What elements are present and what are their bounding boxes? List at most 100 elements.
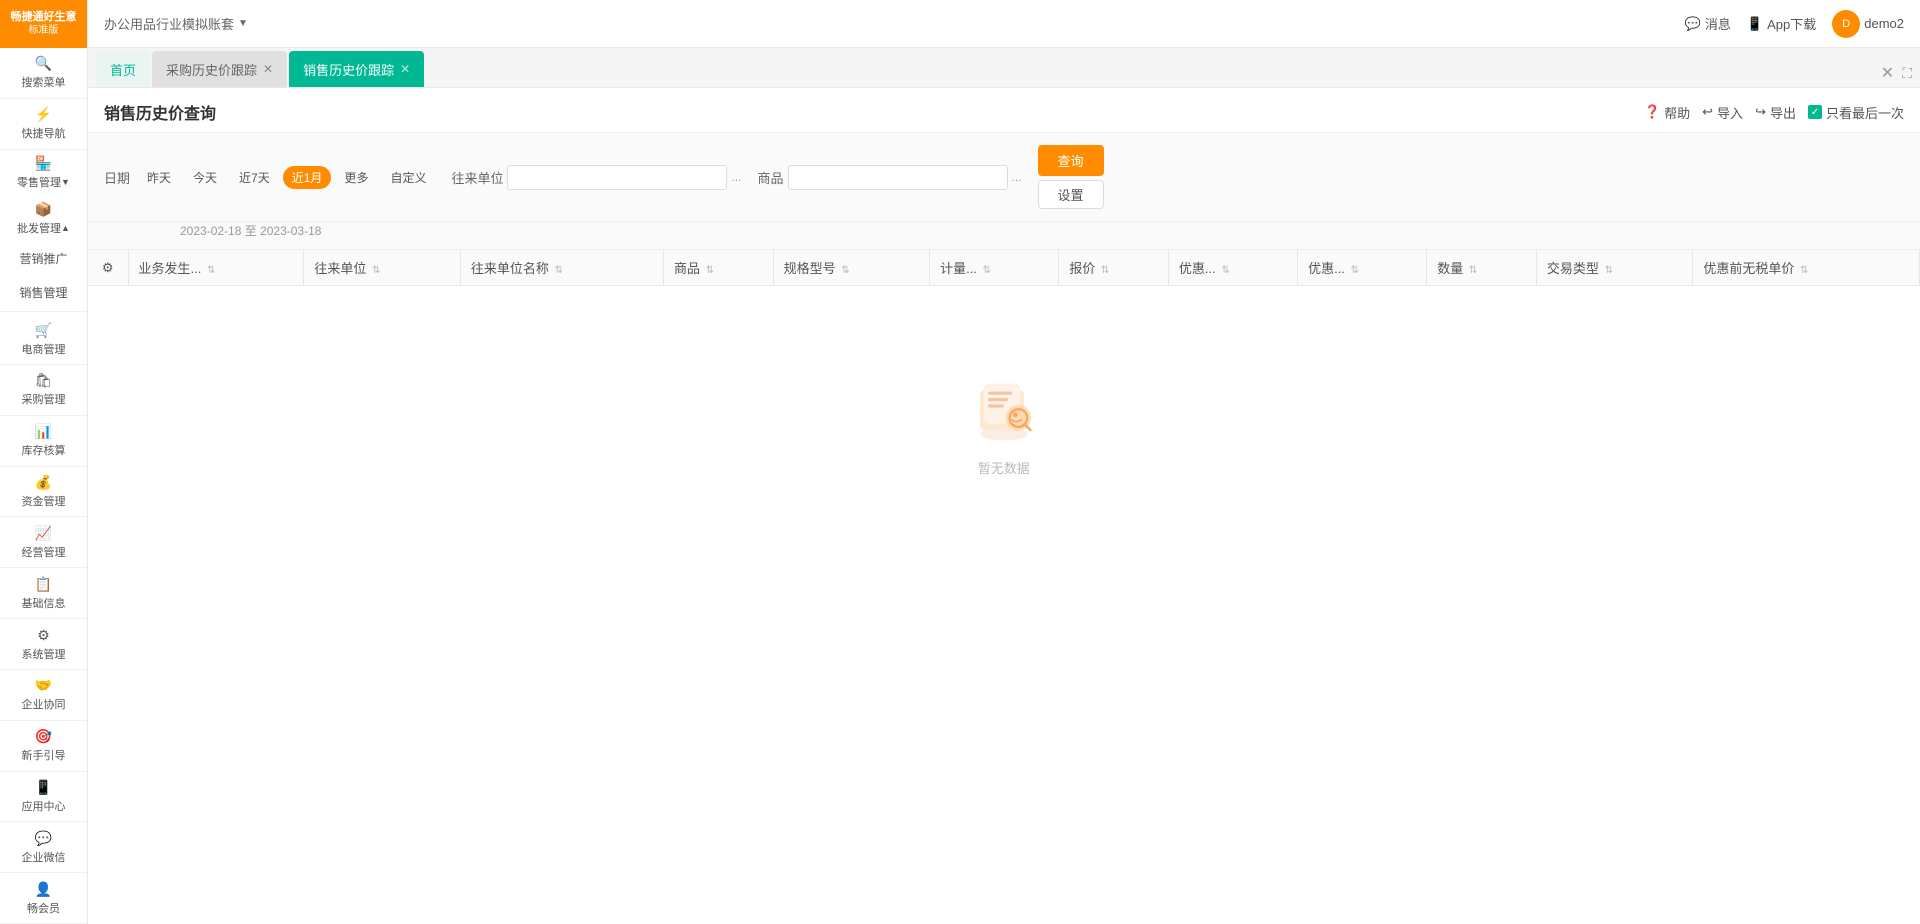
avatar: D — [1832, 10, 1860, 38]
table-th-unit[interactable]: 计量... ⇅ — [930, 250, 1059, 286]
table-th-discount2[interactable]: 优惠... ⇅ — [1298, 250, 1427, 286]
help-icon: ❓ — [1644, 104, 1660, 120]
table-th-partner-code[interactable]: 往来单位 ⇅ — [304, 250, 460, 286]
help-button[interactable]: ❓ 帮助 — [1644, 103, 1690, 122]
table-empty-row: 暂无数据 — [88, 286, 1920, 558]
sort-icon-goods: ⇅ — [706, 265, 714, 276]
tab-sales-history[interactable]: 销售历史价跟踪 ✕ — [289, 51, 424, 87]
data-table: ⚙ 业务发生... ⇅ 往来单位 ⇅ 往来单位名称 ⇅ — [88, 250, 1920, 557]
maximize-icon[interactable]: ⛶ — [1902, 65, 1912, 82]
tab-home[interactable]: 首页 — [96, 51, 150, 87]
date-options: 昨天 今天 近7天 近1月 更多 自定义 — [138, 166, 435, 189]
search-button[interactable]: 查询 — [1038, 145, 1104, 176]
table-header-row: ⚙ 业务发生... ⇅ 往来单位 ⇅ 往来单位名称 ⇅ — [88, 250, 1920, 286]
date-btn-custom[interactable]: 自定义 — [381, 166, 435, 189]
topbar-right: 💬 消息 📱 App下载 D demo2 — [1685, 10, 1904, 38]
sidebar-item-finance[interactable]: 💰 资金管理 — [0, 467, 87, 518]
sidebar-item-quick-nav[interactable]: ⚡ 快捷导航 — [0, 99, 87, 150]
sidebar-item-guide[interactable]: 🎯 新手引导 — [0, 721, 87, 772]
gear-icon: ⚙ — [102, 260, 114, 275]
date-range-display: 2023-02-18 至 2023-03-18 — [180, 222, 321, 239]
goods-filter-label: 商品 — [757, 168, 783, 187]
partner-filter-label: 往来单位 — [451, 168, 503, 187]
sidebar-item-marketing[interactable]: 营销推广 — [0, 241, 87, 275]
enterprise-wechat-icon: 💬 — [35, 830, 52, 847]
page-title: 销售历史价查询 — [104, 100, 216, 124]
inventory-icon: 📊 — [35, 423, 52, 440]
sidebar-item-sales-mgmt[interactable]: 销售管理 — [0, 275, 87, 309]
export-button[interactable]: ↪ 导出 — [1755, 103, 1796, 122]
date-btn-7days[interactable]: 近7天 — [230, 166, 279, 189]
close-all-icon[interactable]: ✕ — [1881, 63, 1894, 83]
date-btn-today[interactable]: 今天 — [184, 166, 226, 189]
last-only-checkbox[interactable]: ✓ 只看最后一次 — [1808, 103, 1904, 122]
sidebar-item-enterprise-wechat[interactable]: 💬 企业微信 — [0, 822, 87, 873]
operations-icon: 📈 — [35, 525, 52, 542]
sidebar-item-member[interactable]: 👤 畅会员 — [0, 873, 87, 924]
sort-icon-discount2: ⇅ — [1351, 265, 1359, 276]
sidebar-item-cooperation[interactable]: 🤝 企业协同 — [0, 670, 87, 721]
sidebar-item-wholesale-mgmt[interactable]: 📦 批发管理▲ — [0, 195, 87, 241]
home-tab-label: 首页 — [110, 60, 136, 79]
user-menu[interactable]: D demo2 — [1832, 10, 1904, 38]
sort-icon-pretax-price: ⇅ — [1800, 265, 1808, 276]
search-menu-icon: 🔍 — [35, 55, 52, 72]
divider — [0, 311, 87, 312]
sidebar-item-system[interactable]: ⚙ 系统管理 — [0, 619, 87, 670]
export-icon: ↪ — [1755, 104, 1766, 120]
date-btn-yesterday[interactable]: 昨天 — [138, 166, 180, 189]
partner-ellipsis[interactable]: ... — [731, 170, 741, 184]
table-th-discount1[interactable]: 优惠... ⇅ — [1168, 250, 1297, 286]
main-area: 办公用品行业模拟账套 ▼ 💬 消息 📱 App下载 D demo2 首页 — [88, 0, 1920, 924]
sales-history-tab-label: 销售历史价跟踪 — [303, 60, 394, 79]
sidebar-item-ecommerce[interactable]: 🛒 电商管理 — [0, 314, 87, 365]
date-btn-more[interactable]: 更多 — [335, 166, 377, 189]
table-th-pretax-price[interactable]: 优惠前无税单价 ⇅ — [1693, 250, 1920, 286]
goods-ellipsis[interactable]: ... — [1012, 170, 1022, 184]
purchase-history-tab-close-icon[interactable]: ✕ — [263, 62, 273, 76]
table-th-price[interactable]: 报价 ⇅ — [1059, 250, 1169, 286]
settings-button[interactable]: 设置 — [1038, 180, 1104, 209]
empty-state: 暂无数据 — [88, 286, 1920, 557]
table-th-spec[interactable]: 规格型号 ⇅ — [773, 250, 929, 286]
action-buttons: 查询 设置 — [1038, 145, 1104, 209]
system-icon: ⚙ — [37, 627, 50, 644]
account-dropdown[interactable]: 办公用品行业模拟账套 ▼ — [104, 14, 248, 33]
app-download-button[interactable]: 📱 App下载 — [1747, 14, 1816, 33]
table-th-trade-type[interactable]: 交易类型 ⇅ — [1536, 250, 1692, 286]
import-button[interactable]: ↩ 导入 — [1702, 103, 1743, 122]
sidebar-item-basic-info[interactable]: 📋 基础信息 — [0, 568, 87, 619]
partner-input[interactable] — [507, 165, 727, 190]
sidebar-item-operations[interactable]: 📈 经营管理 — [0, 517, 87, 568]
tabbar: 首页 采购历史价跟踪 ✕ 销售历史价跟踪 ✕ ✕ ⛶ — [88, 48, 1920, 88]
sidebar-item-purchase-mgmt[interactable]: 🛍 采购管理 — [0, 365, 87, 416]
sidebar-item-retail-mgmt[interactable]: 🏪 零售管理▼ — [0, 150, 87, 196]
goods-input[interactable] — [788, 165, 1008, 190]
sort-icon-qty: ⇅ — [1469, 265, 1477, 276]
import-icon: ↩ — [1702, 104, 1713, 120]
sidebar-item-app-center[interactable]: 📱 应用中心 — [0, 772, 87, 823]
tab-purchase-history[interactable]: 采购历史价跟踪 ✕ — [152, 51, 287, 87]
logo-text: 畅捷通好生意 标准版 — [11, 11, 77, 36]
page-content: 销售历史价查询 ❓ 帮助 ↩ 导入 ↪ 导出 ✓ 只看最后一次 — [88, 88, 1920, 924]
table-th-qty[interactable]: 数量 ⇅ — [1427, 250, 1537, 286]
sidebar-item-search-menu[interactable]: 🔍 搜索菜单 — [0, 48, 87, 99]
table-th-goods[interactable]: 商品 ⇅ — [663, 250, 773, 286]
sales-history-tab-close-icon[interactable]: ✕ — [400, 62, 410, 76]
account-name: 办公用品行业模拟账套 — [104, 14, 234, 33]
date-btn-1month[interactable]: 近1月 — [283, 166, 332, 189]
quick-nav-icon: ⚡ — [35, 106, 52, 123]
guide-icon: 🎯 — [35, 728, 52, 745]
table-th-date[interactable]: 业务发生... ⇅ — [128, 250, 304, 286]
wholesale-mgmt-icon: 📦 — [35, 201, 52, 218]
message-button[interactable]: 💬 消息 — [1685, 14, 1731, 33]
sidebar: 畅捷通好生意 标准版 🔍 搜索菜单 ⚡ 快捷导航 🏪 零售管理▼ 📦 批发管理▲… — [0, 0, 88, 924]
table-th-partner-name[interactable]: 往来单位名称 ⇅ — [460, 250, 663, 286]
sidebar-item-inventory[interactable]: 📊 库存核算 — [0, 416, 87, 467]
sort-icon-trade-type: ⇅ — [1605, 265, 1613, 276]
purchase-mgmt-icon: 🛍 — [35, 372, 53, 389]
table-th-gear[interactable]: ⚙ — [88, 250, 128, 286]
table-container: ⚙ 业务发生... ⇅ 往来单位 ⇅ 往来单位名称 ⇅ — [88, 250, 1920, 557]
download-icon: 📱 — [1747, 16, 1763, 32]
retail-mgmt-icon: 🏪 — [35, 155, 52, 172]
